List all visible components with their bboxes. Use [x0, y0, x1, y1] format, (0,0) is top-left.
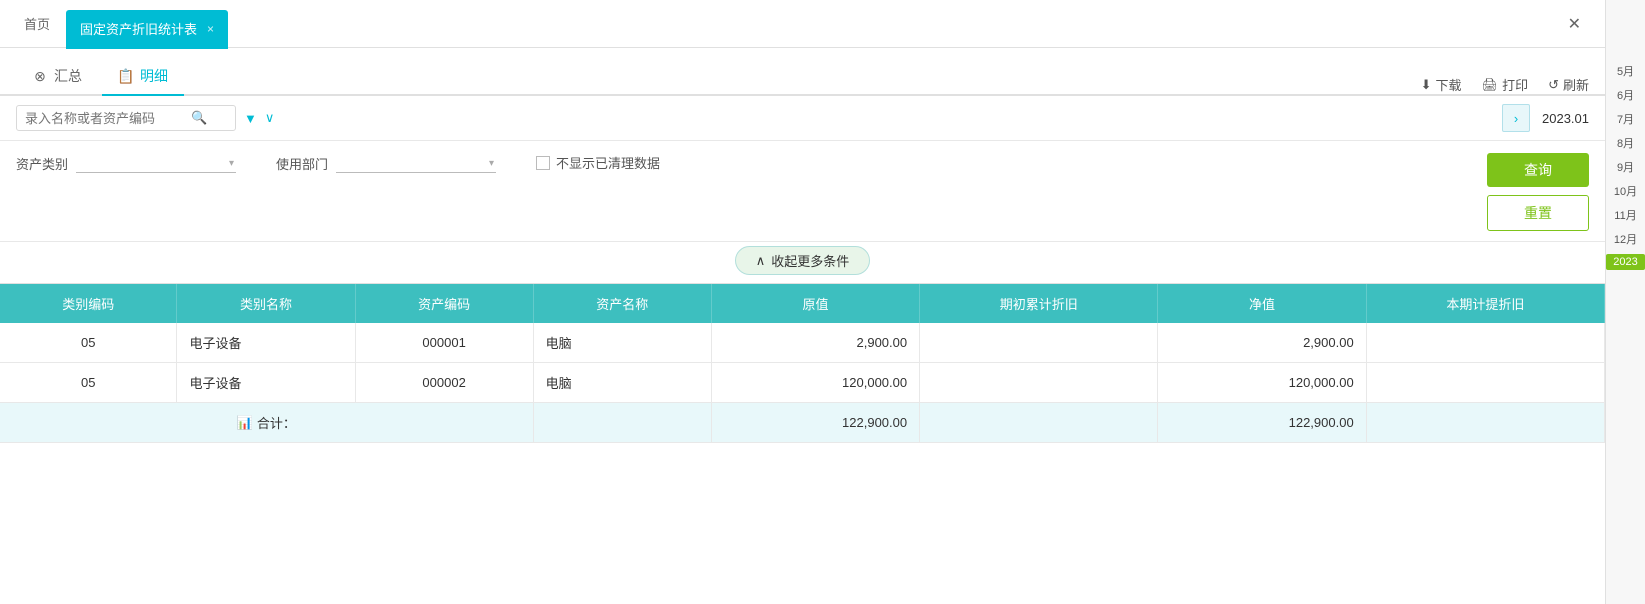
- search-input-wrap[interactable]: 🔍: [16, 105, 236, 131]
- refresh-icon: ↺: [1548, 77, 1559, 93]
- window-close-button[interactable]: ✕: [1560, 10, 1589, 38]
- reset-button[interactable]: 重置: [1487, 195, 1589, 231]
- hide-cleared-label: 不显示已清理数据: [556, 153, 660, 172]
- tab-close-icon[interactable]: ×: [207, 22, 214, 36]
- col-category-name: 类别名称: [177, 284, 355, 323]
- table-row: 05 电子设备 000001 电脑 2,900.00 2,900.00: [0, 323, 1605, 363]
- cell-category-name: 电子设备: [177, 323, 355, 363]
- cell-category-name: 电子设备: [177, 363, 355, 403]
- print-label: 打印: [1502, 75, 1528, 94]
- cell-category-code: 05: [0, 363, 177, 403]
- cell-asset-name: 电脑: [533, 323, 711, 363]
- col-current-depreciation: 本期计提折旧: [1366, 284, 1604, 323]
- home-nav[interactable]: 首页: [16, 14, 58, 33]
- main-tab[interactable]: 固定资产折旧统计表 ×: [66, 10, 228, 48]
- department-select[interactable]: [336, 153, 496, 173]
- summary-row: 📊 合计： 122,900.00 122,900.00: [0, 403, 1605, 443]
- collapse-icon: ∧: [756, 253, 766, 269]
- sidebar-month-item[interactable]: 5月: [1606, 60, 1645, 82]
- tab-bar: ⊗ 汇总 📋 明细 ⬇ 下载 🖨 打印 ↺ 刷新: [0, 48, 1605, 96]
- data-table: 类别编码 类别名称 资产编码 资产名称 原值 期初累计折旧 净值 本期计提折旧 …: [0, 284, 1605, 443]
- tab-summary-label: 汇总: [54, 66, 82, 86]
- sidebar-month-item[interactable]: 7月: [1606, 108, 1645, 130]
- summary-label-cell: 📊 合计：: [0, 403, 533, 443]
- summary-label-text: 合计：: [257, 413, 296, 432]
- sidebar-year-badge: 2023: [1606, 254, 1645, 270]
- cell-net-value: 2,900.00: [1158, 323, 1366, 363]
- summary-original: 122,900.00: [711, 403, 919, 443]
- download-icon: ⬇: [1421, 77, 1432, 93]
- collapse-button[interactable]: ∧ 收起更多条件: [735, 246, 871, 275]
- expand-right-button[interactable]: ›: [1502, 104, 1530, 132]
- asset-type-select[interactable]: [76, 153, 236, 173]
- cell-asset-name: 电脑: [533, 363, 711, 403]
- cell-original-value: 120,000.00: [711, 363, 919, 403]
- tab-title: 固定资产折旧统计表: [80, 19, 197, 38]
- department-label: 使用部门: [276, 154, 328, 173]
- col-asset-code: 资产编码: [355, 284, 533, 323]
- col-accumulated-depreciation: 期初累计折旧: [920, 284, 1158, 323]
- col-net-value: 净值: [1158, 284, 1366, 323]
- cell-net-value: 120,000.00: [1158, 363, 1366, 403]
- refresh-label: 刷新: [1563, 75, 1589, 94]
- table-header-row: 类别编码 类别名称 资产编码 资产名称 原值 期初累计折旧 净值 本期计提折旧: [0, 284, 1605, 323]
- tab-summary[interactable]: ⊗ 汇总: [16, 58, 98, 96]
- cell-current-depreciation: [1366, 363, 1604, 403]
- summary-icon: 📊: [237, 415, 253, 431]
- download-label: 下载: [1436, 75, 1462, 94]
- filter-icon: ▼: [244, 111, 257, 126]
- summary-net: 122,900.00: [1158, 403, 1366, 443]
- table-row: 05 电子设备 000002 电脑 120,000.00 120,000.00: [0, 363, 1605, 403]
- chevron-right-icon: ›: [1514, 111, 1518, 126]
- search-icon: 🔍: [191, 110, 207, 126]
- hide-cleared-checkbox-wrap[interactable]: 不显示已清理数据: [536, 153, 660, 172]
- refresh-button[interactable]: ↺ 刷新: [1548, 75, 1589, 94]
- cell-current-depreciation: [1366, 323, 1604, 363]
- collapse-label: 收起更多条件: [771, 251, 849, 270]
- sidebar-month-item[interactable]: 11月: [1606, 204, 1645, 226]
- cell-asset-code: 000002: [355, 363, 533, 403]
- search-input[interactable]: [25, 111, 185, 126]
- detail-icon: 📋: [118, 68, 134, 84]
- col-asset-name: 资产名称: [533, 284, 711, 323]
- hide-cleared-checkbox[interactable]: [536, 156, 550, 170]
- print-button[interactable]: 🖨 打印: [1482, 75, 1529, 94]
- summary-accumulated: [920, 403, 1158, 443]
- data-table-wrap: 类别编码 类别名称 资产编码 资产名称 原值 期初累计折旧 净值 本期计提折旧 …: [0, 284, 1605, 604]
- cell-asset-code: 000001: [355, 323, 533, 363]
- sidebar-month-item[interactable]: 12月: [1606, 228, 1645, 250]
- right-sidebar: 5月6月7月8月9月10月11月12月 2023: [1605, 0, 1645, 604]
- download-button[interactable]: ⬇ 下载: [1421, 75, 1462, 94]
- collapse-bar: ∧ 收起更多条件: [0, 242, 1605, 284]
- print-icon: 🖨: [1482, 77, 1499, 93]
- cell-original-value: 2,900.00: [711, 323, 919, 363]
- col-original-value: 原值: [711, 284, 919, 323]
- date-label: 2023.01: [1542, 111, 1589, 126]
- cell-accumulated: [920, 323, 1158, 363]
- summary-empty: [533, 403, 711, 443]
- department-field: 使用部门: [276, 153, 496, 173]
- hide-cleared-field: 不显示已清理数据: [536, 153, 660, 172]
- tab-detail-label: 明细: [140, 66, 168, 86]
- query-button[interactable]: 查询: [1487, 153, 1589, 187]
- sidebar-month-item[interactable]: 8月: [1606, 132, 1645, 154]
- asset-type-field: 资产类别: [16, 153, 236, 173]
- summary-icon: ⊗: [32, 68, 48, 84]
- sidebar-month-item[interactable]: 6月: [1606, 84, 1645, 106]
- asset-type-label: 资产类别: [16, 154, 68, 173]
- col-category-code: 类别编码: [0, 284, 177, 323]
- sidebar-month-item[interactable]: 9月: [1606, 156, 1645, 178]
- sidebar-month-item[interactable]: 10月: [1606, 180, 1645, 202]
- cell-category-code: 05: [0, 323, 177, 363]
- tab-detail[interactable]: 📋 明细: [102, 58, 184, 96]
- chevron-down-icon: ∨: [265, 110, 275, 126]
- more-conditions-button[interactable]: ▼ ∨: [244, 110, 274, 126]
- summary-current: [1366, 403, 1604, 443]
- search-bar: 🔍 ▼ ∨ › 2023.01: [0, 96, 1605, 141]
- cell-accumulated: [920, 363, 1158, 403]
